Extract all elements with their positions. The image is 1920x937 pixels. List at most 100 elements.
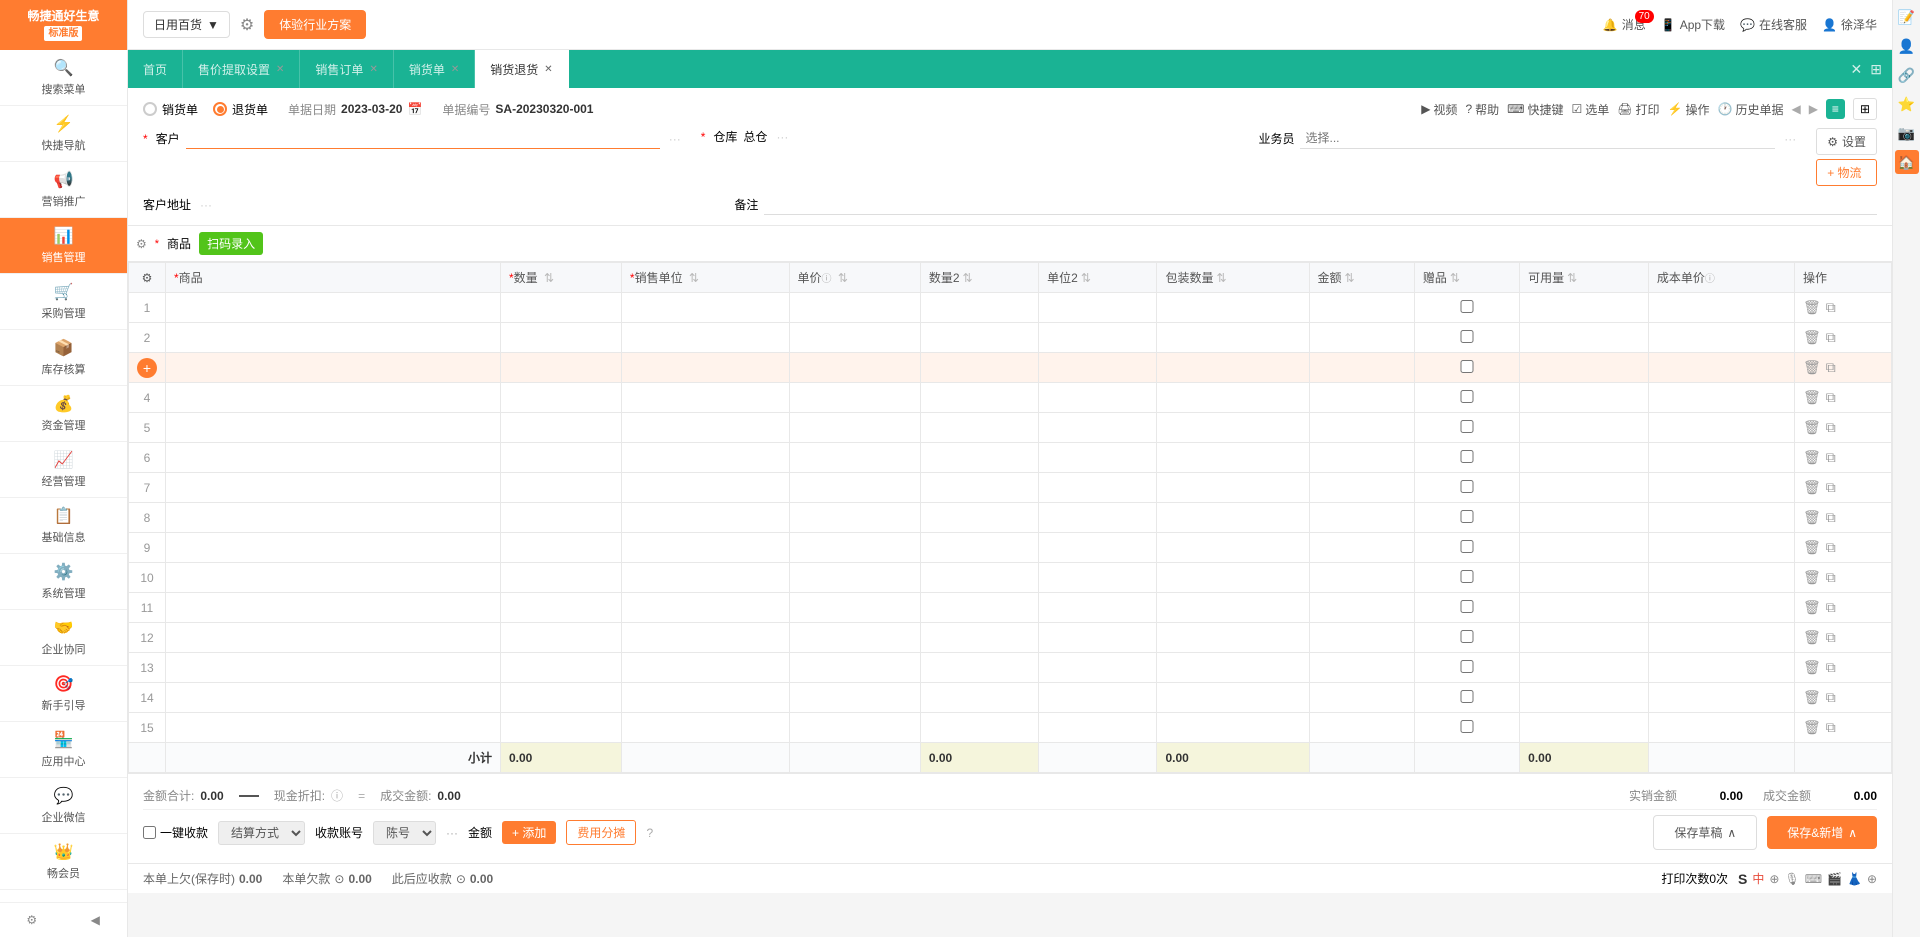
account-more-btn[interactable]: ···	[446, 826, 458, 840]
radio-sales[interactable]: 销货单	[143, 101, 198, 118]
delete-icon[interactable]: 🗑	[1803, 599, 1821, 616]
product-cell[interactable]	[166, 323, 501, 353]
cost-unit-cell[interactable]	[1648, 323, 1794, 353]
fee-split-btn[interactable]: 费用分摊	[566, 820, 636, 845]
sort-icon-qty[interactable]: ⇅	[544, 271, 554, 285]
print-btn[interactable]: 🖨 打印	[1617, 101, 1659, 118]
delete-icon[interactable]: 🗑	[1803, 689, 1821, 706]
industry-select[interactable]: 日用百货 ▼	[143, 11, 230, 38]
unit-price-cell[interactable]	[789, 323, 920, 353]
sales-unit-cell[interactable]	[621, 323, 789, 353]
delete-icon[interactable]: 🗑	[1803, 509, 1821, 526]
gift-checkbox-new[interactable]	[1423, 360, 1511, 373]
gift-cell[interactable]	[1414, 323, 1519, 353]
sidebar-item-operation[interactable]: 📈 经营管理	[0, 442, 127, 498]
pack-qty-cell[interactable]	[1157, 293, 1309, 323]
product-input[interactable]	[174, 301, 492, 315]
sidebar-item-enterprise[interactable]: 🤝 企业协同	[0, 610, 127, 666]
tab-sales-return[interactable]: 销货退货 ✕	[475, 50, 568, 88]
qty2-cell-new[interactable]	[920, 353, 1038, 383]
unit-price-cell[interactable]	[789, 293, 920, 323]
copy-icon[interactable]: ⧉	[1826, 449, 1836, 466]
gift-cell[interactable]	[1414, 293, 1519, 323]
sales-unit-cell[interactable]	[621, 293, 789, 323]
sidebar-item-finance[interactable]: 💰 资金管理	[0, 386, 127, 442]
unit2-cell[interactable]	[1039, 323, 1157, 353]
customer-more-btn[interactable]: ···	[669, 132, 681, 146]
close-icon[interactable]: ✕	[451, 64, 459, 75]
prev-icon[interactable]: ◀	[1791, 102, 1800, 116]
pack-qty-cell-new[interactable]	[1157, 353, 1309, 383]
date-value[interactable]: 2023-03-20	[341, 102, 402, 116]
close-icon[interactable]: ✕	[544, 64, 552, 75]
scan-btn[interactable]: 扫码录入	[199, 232, 263, 255]
grid-view-icon[interactable]: ⊞	[1853, 98, 1877, 120]
sort-icon-pack[interactable]: ⇅	[1216, 271, 1226, 285]
help-icon[interactable]: ?	[646, 826, 653, 840]
tab-close-all-icon[interactable]: ✕	[1851, 61, 1863, 78]
delete-icon[interactable]: 🗑	[1803, 479, 1821, 496]
gift-checkbox[interactable]	[1423, 300, 1511, 313]
copy-icon[interactable]: ⧉	[1826, 479, 1836, 496]
one-click-payment-checkbox[interactable]	[143, 826, 156, 839]
tool-icon-1[interactable]: 中	[1752, 870, 1764, 887]
tool-icon-5[interactable]: 🎬	[1827, 872, 1842, 886]
radio-return[interactable]: 退货单	[213, 101, 268, 118]
copy-icon[interactable]: ⧉	[1826, 659, 1836, 676]
save-draft-btn[interactable]: 保存草稿 ∧	[1653, 815, 1757, 850]
customer-input[interactable]	[186, 128, 660, 149]
column-settings-icon[interactable]: ⚙	[136, 237, 147, 251]
delete-icon[interactable]: 🗑	[1803, 329, 1821, 346]
sort-icon-price[interactable]: ⇅	[838, 271, 848, 285]
select-btn[interactable]: ☑ 选单	[1571, 101, 1609, 118]
pack-qty-cell[interactable]	[1157, 323, 1309, 353]
tab-price-setting[interactable]: 售价提取设置 ✕	[183, 50, 300, 88]
copy-icon[interactable]: ⧉	[1826, 719, 1836, 736]
delete-icon[interactable]: 🗑	[1803, 539, 1821, 556]
unit2-cell-new[interactable]	[1039, 353, 1157, 383]
sidebar-item-search[interactable]: 🔍 搜索菜单	[0, 50, 127, 106]
delete-icon[interactable]: 🗑	[1803, 629, 1821, 646]
sidebar-item-inventory[interactable]: 📦 库存核算	[0, 330, 127, 386]
experience-btn[interactable]: 体验行业方案	[264, 10, 366, 39]
gift-checkbox[interactable]	[1423, 420, 1511, 433]
staff-more-btn[interactable]: ···	[1784, 132, 1796, 146]
gift-checkbox[interactable]	[1423, 570, 1511, 583]
sidebar-item-guide[interactable]: 🎯 新手引导	[0, 666, 127, 722]
gift-checkbox[interactable]	[1423, 450, 1511, 463]
delete-icon[interactable]: 🗑	[1803, 389, 1821, 406]
right-panel-notes-icon[interactable]: 📝	[1895, 5, 1919, 29]
warehouse-more-btn[interactable]: ···	[776, 130, 788, 144]
delete-icon[interactable]: 🗑	[1803, 569, 1821, 586]
delete-icon[interactable]: 🗑	[1803, 659, 1821, 676]
available-cell-new[interactable]	[1520, 353, 1649, 383]
sidebar-item-wechat[interactable]: 💬 企业微信	[0, 778, 127, 834]
sales-unit-cell-new[interactable]	[621, 353, 789, 383]
right-panel-star-icon[interactable]: ⭐	[1895, 92, 1919, 116]
delete-icon[interactable]: 🗑	[1803, 299, 1821, 316]
copy-icon[interactable]: ⧉	[1826, 689, 1836, 706]
copy-icon[interactable]: ⧉	[1826, 299, 1836, 316]
tab-sales-delivery[interactable]: 销货单 ✕	[394, 50, 475, 88]
delete-icon[interactable]: 🗑	[1803, 719, 1821, 736]
sidebar-item-system[interactable]: ⚙️ 系统管理	[0, 554, 127, 610]
sidebar-item-basic[interactable]: 📋 基础信息	[0, 498, 127, 554]
copy-icon[interactable]: ⧉	[1826, 389, 1836, 406]
staff-input[interactable]	[1300, 128, 1775, 149]
address-more-btn[interactable]: ···	[200, 198, 212, 212]
sidebar-item-sales[interactable]: 📊 销售管理	[0, 218, 127, 274]
tool-icon-4[interactable]: ⌨	[1805, 872, 1822, 886]
right-panel-user-icon[interactable]: 👤	[1895, 34, 1919, 58]
copy-icon[interactable]: ⧉	[1826, 419, 1836, 436]
next-icon[interactable]: ▶	[1809, 102, 1818, 116]
right-panel-link-icon[interactable]: 🔗	[1895, 63, 1919, 87]
right-panel-photo-icon[interactable]: 📷	[1895, 121, 1919, 145]
add-row-btn[interactable]: +	[137, 358, 157, 378]
help-circle-icon[interactable]: ⓘ	[331, 787, 343, 804]
shortcut-btn[interactable]: ⌨ 快捷键	[1507, 101, 1563, 118]
gift-checkbox[interactable]	[1423, 390, 1511, 403]
gift-checkbox[interactable]	[1423, 510, 1511, 523]
calendar-icon[interactable]: 📅	[407, 102, 422, 116]
right-panel-home-icon[interactable]: 🏠	[1895, 150, 1919, 174]
tab-sales-order[interactable]: 销售订单 ✕	[300, 50, 393, 88]
